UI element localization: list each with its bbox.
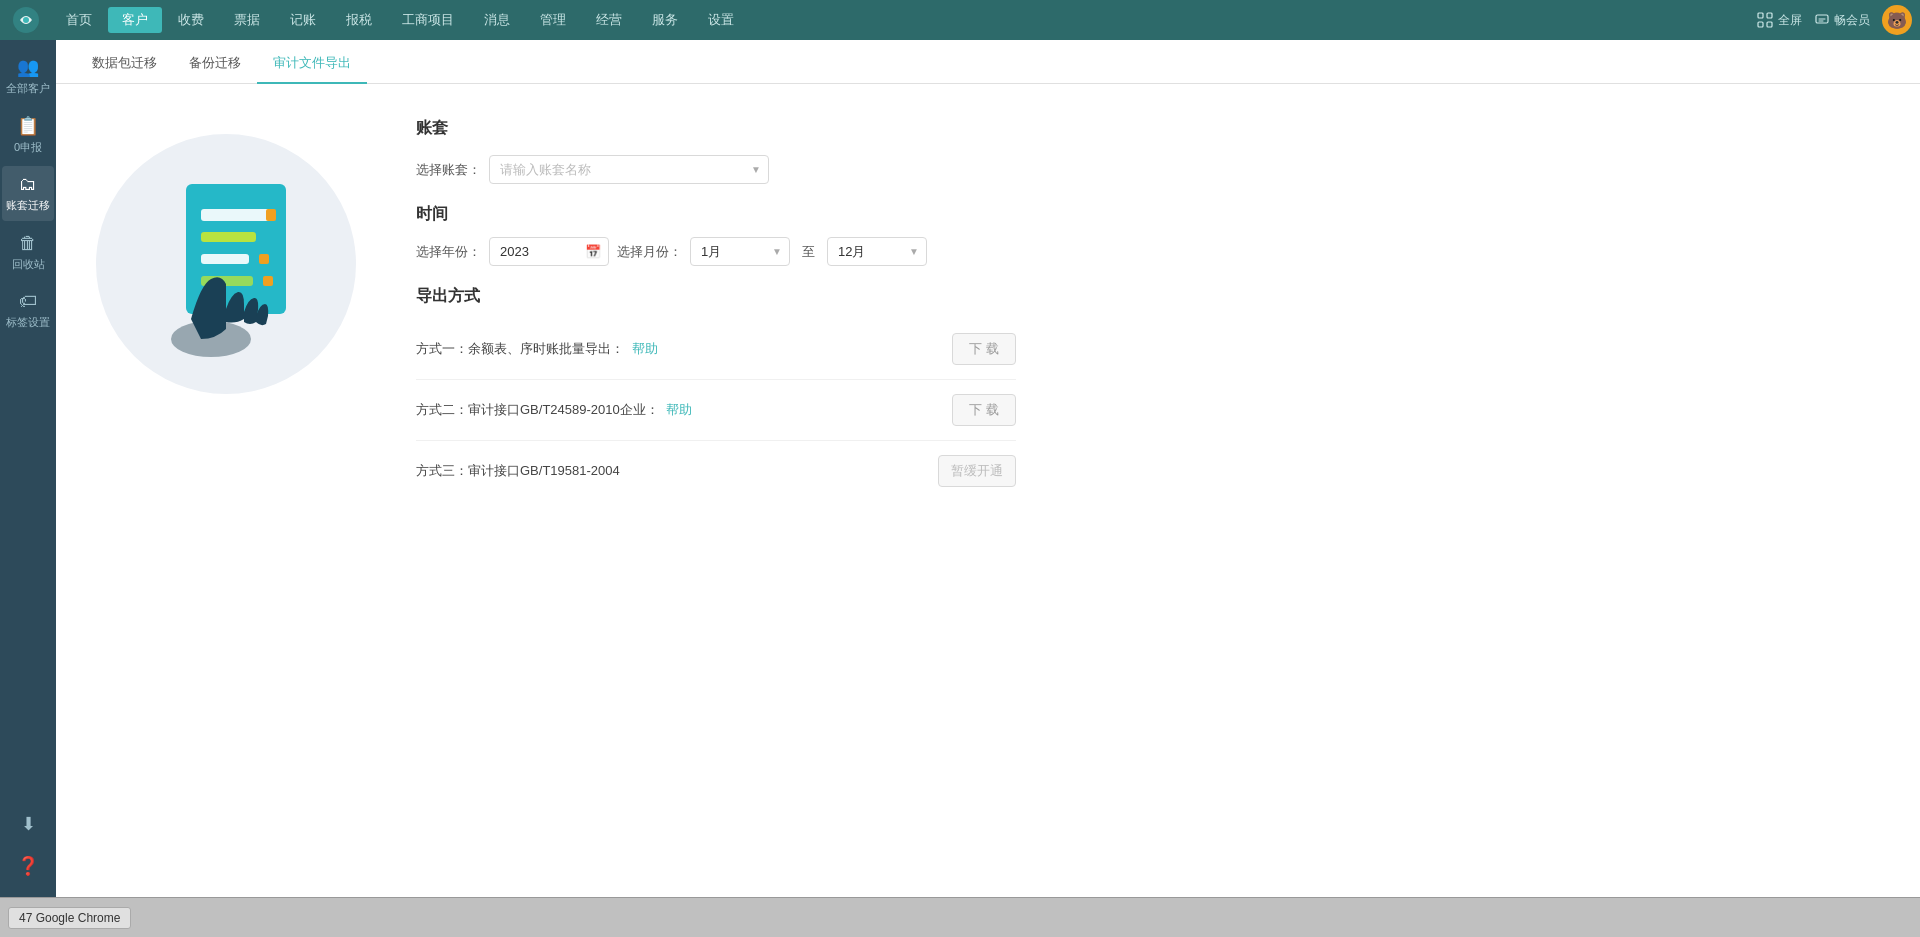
sidebar-item-zero-report[interactable]: 📋 0申报 [2, 107, 54, 162]
page-content: 账套 选择账套： 请输入账套名称 ▼ 时间 选择年份： [56, 84, 1920, 897]
svg-rect-2 [1758, 13, 1763, 18]
export-method-3: 方式三：审计接口GB/T19581-2004 暂缓开通 [416, 441, 1016, 501]
svg-rect-8 [201, 209, 271, 221]
month-start-wrapper: 1月2月3月 4月5月6月 7月8月9月 10月11月12月 ▼ [690, 237, 790, 266]
method3-text: 方式三：审计接口GB/T19581-2004 [416, 462, 620, 480]
taskbar-chrome[interactable]: 47 Google Chrome [8, 907, 131, 929]
sidebar-help-btn[interactable]: ❓ [2, 847, 54, 885]
top-nav: 首页 客户 收费 票据 记账 报税 工商项目 消息 管理 经营 服务 设置 全屏 [0, 0, 1920, 40]
account-row: 选择账套： 请输入账套名称 ▼ [416, 155, 1016, 184]
time-section-title: 时间 [416, 204, 1016, 225]
nav-settings[interactable]: 设置 [694, 7, 748, 33]
taskbar: 47 Google Chrome [0, 897, 1920, 937]
year-label: 选择年份： [416, 243, 481, 261]
svg-point-1 [23, 17, 29, 23]
method2-text: 方式二：审计接口GB/T24589-2010企业： 帮助 [416, 401, 692, 419]
account-select-label: 选择账套： [416, 161, 481, 179]
sidebar-item-migration[interactable]: 🗂 账套迁移 [2, 166, 54, 220]
export-method-1: 方式一：余额表、序时账批量导出： 帮助 下 载 [416, 319, 1016, 380]
nav-message[interactable]: 消息 [470, 7, 524, 33]
nav-operations[interactable]: 经营 [582, 7, 636, 33]
tag-icon: 🏷 [19, 291, 37, 312]
month-start-select[interactable]: 1月2月3月 4月5月6月 7月8月9月 10月11月12月 [690, 237, 790, 266]
sidebar-item-tag-settings[interactable]: 🏷 标签设置 [2, 283, 54, 337]
svg-rect-12 [259, 254, 269, 264]
nav-invoice[interactable]: 票据 [220, 7, 274, 33]
fullscreen-btn[interactable]: 全屏 [1757, 12, 1802, 29]
illustration-area [96, 114, 356, 867]
sidebar-item-label: 全部客户 [6, 82, 50, 95]
svg-rect-5 [1767, 22, 1772, 27]
sidebar-item-all-customers[interactable]: 👥 全部客户 [2, 48, 54, 103]
migration-icon: 🗂 [19, 174, 37, 195]
tab-data-migration[interactable]: 数据包迁移 [76, 44, 173, 84]
export-section-title: 导出方式 [416, 286, 1016, 307]
zero-report-icon: 📋 [17, 115, 39, 137]
method1-download-btn[interactable]: 下 载 [952, 333, 1016, 365]
method2-download-btn[interactable]: 下 载 [952, 394, 1016, 426]
help-icon: ❓ [17, 855, 39, 877]
sidebar: 👥 全部客户 📋 0申报 🗂 账套迁移 🗑 回收站 🏷 标签设置 ⬇ ❓ [0, 40, 56, 897]
nav-business[interactable]: 工商项目 [388, 7, 468, 33]
nav-customer[interactable]: 客户 [108, 7, 162, 33]
sidebar-item-label: 0申报 [14, 141, 42, 154]
tabs-bar: 数据包迁移 备份迁移 审计文件导出 [56, 40, 1920, 84]
svg-rect-11 [201, 254, 249, 264]
month-end-wrapper: 1月2月3月 4月5月6月 7月8月9月 10月11月 12月 ▼ [827, 237, 927, 266]
content-area: 数据包迁移 备份迁移 审计文件导出 [56, 40, 1920, 897]
method3-coming-btn: 暂缓开通 [938, 455, 1016, 487]
nav-tax[interactable]: 报税 [332, 7, 386, 33]
sidebar-bottom: ⬇ ❓ [2, 805, 54, 897]
sidebar-item-label: 账套迁移 [6, 199, 50, 212]
tab-backup-migration[interactable]: 备份迁移 [173, 44, 257, 84]
nav-bookkeeping[interactable]: 记账 [276, 7, 330, 33]
method1-text: 方式一：余额表、序时账批量导出： 帮助 [416, 340, 658, 358]
top-nav-right: 全屏 畅会员 🐻 [1757, 5, 1912, 35]
download-icon: ⬇ [21, 813, 36, 835]
sidebar-item-label: 回收站 [12, 258, 45, 271]
tab-audit-export[interactable]: 审计文件导出 [257, 44, 367, 84]
sidebar-download-btn[interactable]: ⬇ [2, 805, 54, 843]
time-row: 选择年份： 📅 选择月份： 1月2月3月 4月5月6月 7月8月9月 10月11… [416, 237, 1016, 266]
form-area: 账套 选择账套： 请输入账套名称 ▼ 时间 选择年份： [416, 114, 1016, 867]
nav-items: 首页 客户 收费 票据 记账 报税 工商项目 消息 管理 经营 服务 设置 [52, 7, 1757, 33]
app-logo [8, 2, 44, 38]
illustration-svg [126, 154, 326, 374]
svg-rect-4 [1758, 22, 1763, 27]
recycle-icon: 🗑 [19, 233, 37, 254]
sidebar-item-label: 标签设置 [6, 316, 50, 329]
customers-icon: 👥 [17, 56, 39, 78]
range-separator: 至 [798, 243, 819, 261]
nav-billing[interactable]: 收费 [164, 7, 218, 33]
illustration-circle [96, 134, 356, 394]
nav-manage[interactable]: 管理 [526, 7, 580, 33]
year-input[interactable] [489, 237, 609, 266]
nav-home[interactable]: 首页 [52, 7, 106, 33]
month-label: 选择月份： [617, 243, 682, 261]
member-btn[interactable]: 畅会员 [1814, 12, 1870, 29]
method2-help-link[interactable]: 帮助 [666, 402, 692, 417]
account-section-title: 账套 [416, 118, 1016, 139]
main-layout: 👥 全部客户 📋 0申报 🗂 账套迁移 🗑 回收站 🏷 标签设置 ⬇ ❓ [0, 40, 1920, 897]
nav-service[interactable]: 服务 [638, 7, 692, 33]
account-select[interactable]: 请输入账套名称 [489, 155, 769, 184]
sidebar-item-recycle[interactable]: 🗑 回收站 [2, 225, 54, 279]
svg-rect-3 [1767, 13, 1772, 18]
account-select-wrapper: 请输入账套名称 ▼ [489, 155, 769, 184]
month-end-select[interactable]: 1月2月3月 4月5月6月 7月8月9月 10月11月 12月 [827, 237, 927, 266]
svg-rect-10 [266, 209, 276, 221]
export-method-2: 方式二：审计接口GB/T24589-2010企业： 帮助 下 载 [416, 380, 1016, 441]
svg-rect-14 [263, 276, 273, 286]
year-input-wrapper: 📅 [489, 237, 609, 266]
svg-rect-9 [201, 232, 256, 242]
method1-help-link[interactable]: 帮助 [632, 341, 658, 356]
user-avatar[interactable]: 🐻 [1882, 5, 1912, 35]
